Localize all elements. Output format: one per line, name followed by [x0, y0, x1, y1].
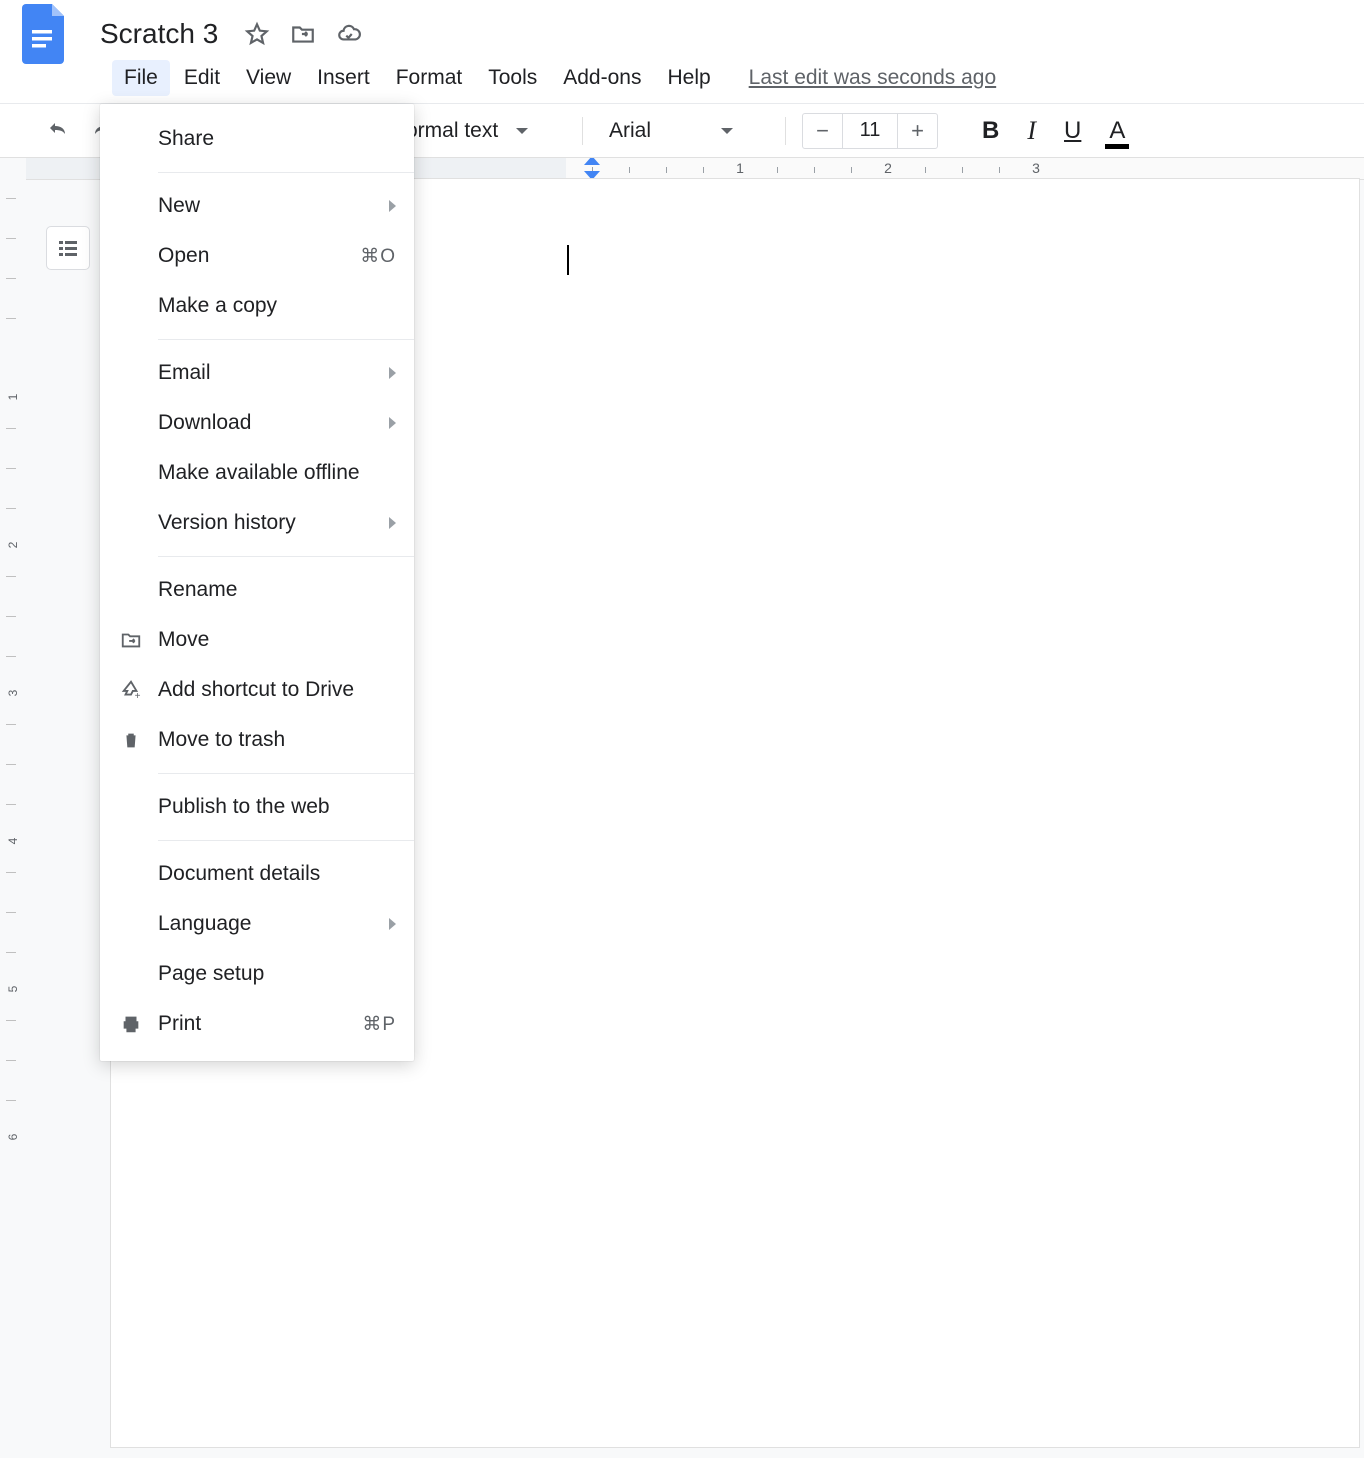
menu-separator — [158, 840, 414, 841]
svg-text:+: + — [135, 691, 141, 701]
vruler-number: 2 — [6, 532, 20, 558]
submenu-arrow-icon — [389, 517, 396, 529]
file-menu-email[interactable]: Email — [100, 348, 414, 398]
menu-separator — [158, 339, 414, 340]
vruler-number: 3 — [6, 680, 20, 706]
menu-separator — [158, 172, 414, 173]
menu-shortcut: ⌘O — [360, 245, 396, 268]
file-menu-dropdown: Share New Open ⌘O Make a copy Email Down… — [100, 104, 414, 1061]
menu-format[interactable]: Format — [384, 60, 475, 96]
text-color-glyph: A — [1109, 117, 1125, 144]
menu-label: Rename — [158, 578, 396, 602]
menu-label: Move to trash — [158, 728, 396, 752]
folder-move-icon — [120, 629, 158, 651]
menu-tools[interactable]: Tools — [476, 60, 549, 96]
file-menu-document-details[interactable]: Document details — [100, 849, 414, 899]
menu-insert[interactable]: Insert — [305, 60, 382, 96]
toolbar-separator — [785, 117, 786, 145]
underline-button[interactable]: U — [1054, 117, 1091, 145]
star-icon[interactable] — [244, 21, 270, 47]
ruler-number: 2 — [884, 160, 892, 176]
print-icon — [120, 1013, 158, 1035]
file-menu-version-history[interactable]: Version history — [100, 498, 414, 548]
font-family-value: Arial — [609, 119, 651, 143]
vruler-number: 4 — [6, 828, 20, 854]
menu-label: Page setup — [158, 962, 396, 986]
submenu-arrow-icon — [389, 367, 396, 379]
menu-label: Move — [158, 628, 396, 652]
outline-toggle-button[interactable] — [46, 226, 90, 270]
trash-icon — [120, 729, 158, 751]
paragraph-style-select[interactable]: ormal text — [396, 119, 566, 143]
menu-label: New — [158, 194, 389, 218]
menu-label: Share — [158, 127, 396, 151]
menu-label: Make a copy — [158, 294, 396, 318]
drive-shortcut-icon: + — [120, 679, 158, 701]
file-menu-share[interactable]: Share — [100, 114, 414, 164]
titlebar: Scratch 3 — [0, 0, 1364, 58]
file-menu-make-available-offline[interactable]: Make available offline — [100, 448, 414, 498]
file-menu-rename[interactable]: Rename — [100, 565, 414, 615]
submenu-arrow-icon — [389, 417, 396, 429]
file-menu-open[interactable]: Open ⌘O — [100, 231, 414, 281]
vruler-number: 6 — [6, 1124, 20, 1150]
document-title[interactable]: Scratch 3 — [94, 16, 224, 52]
file-menu-publish-to-the-web[interactable]: Publish to the web — [100, 782, 414, 832]
paragraph-style-value: ormal text — [406, 119, 498, 143]
text-color-button[interactable]: A — [1099, 117, 1135, 145]
file-menu-new[interactable]: New — [100, 181, 414, 231]
menu-label: Publish to the web — [158, 795, 396, 819]
menu-label: Language — [158, 912, 389, 936]
menu-separator — [158, 773, 414, 774]
vruler-number: 5 — [6, 976, 20, 1002]
menu-shortcut: ⌘P — [362, 1013, 396, 1036]
font-size-value[interactable]: 11 — [843, 119, 897, 142]
font-size-increment[interactable]: + — [897, 113, 937, 149]
submenu-arrow-icon — [389, 918, 396, 930]
vertical-ruler[interactable]: 1 2 3 4 5 6 — [0, 158, 26, 1458]
undo-button[interactable] — [40, 115, 76, 147]
text-cursor — [567, 245, 569, 275]
file-menu-move[interactable]: Move — [100, 615, 414, 665]
ruler-number: 1 — [736, 160, 744, 176]
file-menu-page-setup[interactable]: Page setup — [100, 949, 414, 999]
move-to-folder-icon[interactable] — [290, 21, 316, 47]
file-menu-print[interactable]: Print ⌘P — [100, 999, 414, 1049]
font-size-control: − 11 + — [802, 113, 938, 149]
menu-label: Document details — [158, 862, 396, 886]
menu-separator — [158, 556, 414, 557]
menu-label: Make available offline — [158, 461, 396, 485]
menu-addons[interactable]: Add-ons — [551, 60, 653, 96]
file-menu-add-shortcut-to-drive[interactable]: + Add shortcut to Drive — [100, 665, 414, 715]
last-edit-link[interactable]: Last edit was seconds ago — [749, 66, 997, 90]
menu-label: Open — [158, 244, 360, 268]
submenu-arrow-icon — [389, 200, 396, 212]
bold-button[interactable]: B — [972, 117, 1009, 145]
menu-label: Download — [158, 411, 389, 435]
cloud-status-icon[interactable] — [336, 21, 362, 47]
font-family-select[interactable]: Arial — [599, 119, 769, 143]
menubar: File Edit View Insert Format Tools Add-o… — [0, 58, 1364, 104]
menu-file[interactable]: File — [112, 60, 170, 96]
menu-help[interactable]: Help — [655, 60, 722, 96]
vruler-number: 1 — [6, 384, 20, 410]
caret-down-icon — [516, 128, 528, 134]
menu-label: Print — [158, 1012, 362, 1036]
font-size-decrement[interactable]: − — [803, 113, 843, 149]
menu-label: Version history — [158, 511, 389, 535]
file-menu-make-a-copy[interactable]: Make a copy — [100, 281, 414, 331]
menu-label: Add shortcut to Drive — [158, 678, 396, 702]
file-menu-move-to-trash[interactable]: Move to trash — [100, 715, 414, 765]
caret-down-icon — [721, 128, 733, 134]
menu-view[interactable]: View — [234, 60, 303, 96]
file-menu-download[interactable]: Download — [100, 398, 414, 448]
toolbar-separator — [582, 117, 583, 145]
docs-logo[interactable] — [20, 4, 68, 64]
ruler-number: 3 — [1032, 160, 1040, 176]
menu-edit[interactable]: Edit — [172, 60, 232, 96]
italic-button[interactable]: I — [1017, 116, 1046, 146]
file-menu-language[interactable]: Language — [100, 899, 414, 949]
menu-label: Email — [158, 361, 389, 385]
text-color-swatch — [1105, 144, 1129, 149]
